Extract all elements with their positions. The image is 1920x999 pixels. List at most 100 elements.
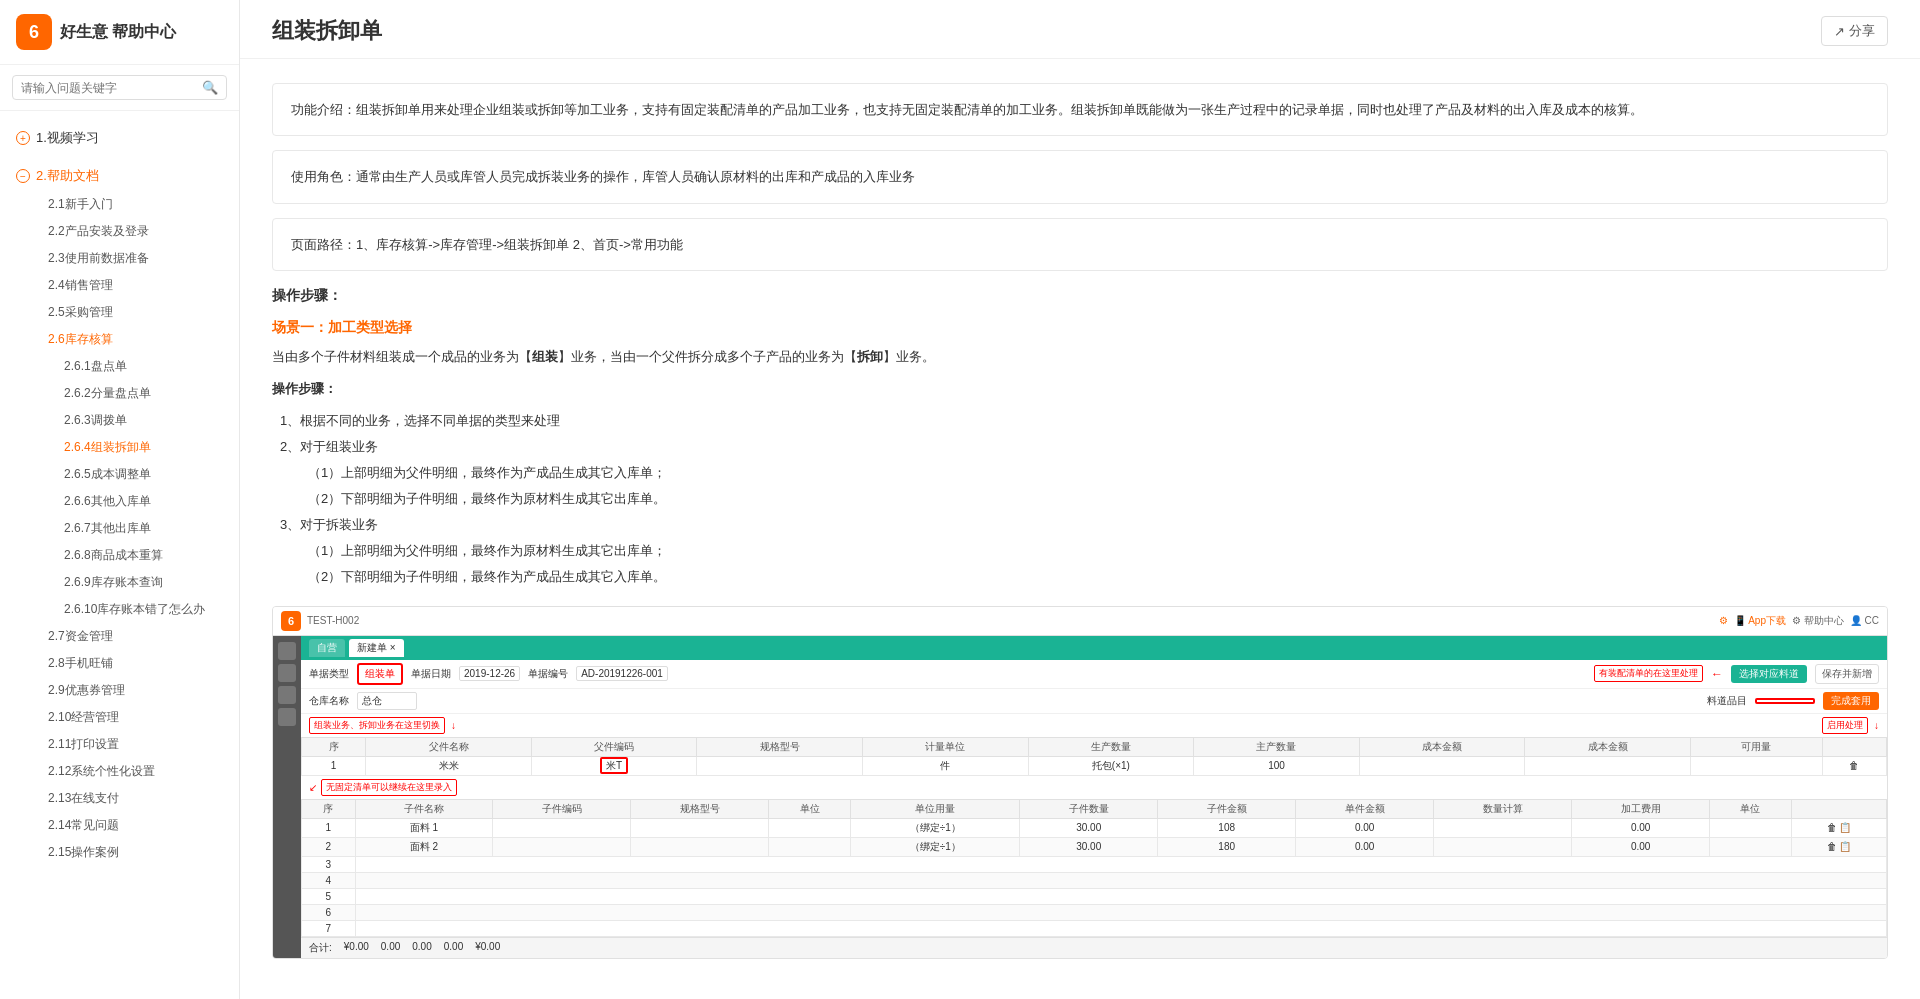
ss-mini-sidebar: [273, 636, 301, 958]
ss-th-l1: 序: [302, 799, 356, 818]
sidebar-item-other-out[interactable]: 2.6.7其他出库单: [48, 515, 239, 542]
sidebar-item-stocktake[interactable]: 2.6.1盘点单: [48, 353, 239, 380]
ss-arrow1: ←: [1711, 667, 1723, 681]
ss-th-5: 计量单位: [862, 737, 1028, 756]
ss-cell: [769, 818, 851, 837]
ss-type-value: 组装单: [357, 663, 403, 685]
logo-icon: 6: [16, 14, 52, 50]
ss-cell: [355, 872, 1887, 888]
ss-th-l11: 加工费用: [1572, 799, 1710, 818]
scene1-desc: 当由多个子件材料组装成一个成品的业务为【组装】业务，当由一个父件拆分成多个子产品…: [272, 345, 1888, 368]
sidebar-item-partial-stocktake[interactable]: 2.6.2分量盘点单: [48, 380, 239, 407]
sidebar-item-docs[interactable]: − 2.帮助文档: [0, 161, 239, 191]
ss-th-9: 成本金额: [1525, 737, 1691, 756]
ss-footer-val4: 0.00: [444, 941, 463, 955]
sidebar-item-assembly[interactable]: 2.6.4组装拆卸单: [48, 434, 239, 461]
ss-cell: 面料 2: [355, 837, 493, 856]
ss-footer-val5: ¥0.00: [475, 941, 500, 955]
ss-storeroom: 总仓: [357, 692, 417, 710]
ss-cell: [355, 904, 1887, 920]
ss-label-type: 单据类型: [309, 667, 349, 681]
nav-sub-inventory: 2.6.1盘点单 2.6.2分量盘点单 2.6.3调拨单 2.6.4组装拆卸单 …: [32, 353, 239, 623]
sidebar-item-other-in[interactable]: 2.6.6其他入库单: [48, 488, 239, 515]
ss-th-3: 父件编码: [531, 737, 697, 756]
sidebar-item-faq[interactable]: 2.14常见问题: [32, 812, 239, 839]
ss-sub-toolbar: 仓库名称 总仓 料道品目 完成套用: [301, 689, 1887, 714]
ss-sidebar-dot2: [278, 664, 296, 682]
sidebar-item-inventory[interactable]: 2.6库存核算: [32, 326, 239, 353]
ss-cell: [1359, 756, 1525, 775]
nav-section-1: + 1.视频学习: [0, 119, 239, 157]
sidebar-item-sales[interactable]: 2.4销售管理: [32, 272, 239, 299]
sidebar-item-cases[interactable]: 2.15操作案例: [32, 839, 239, 866]
sidebar-item-label: 1.视频学习: [36, 129, 99, 147]
share-button[interactable]: ↗ 分享: [1821, 16, 1888, 46]
sidebar-item-label: 2.帮助文档: [36, 167, 99, 185]
ss-cell: 30.00: [1020, 837, 1158, 856]
intro-text: 功能介绍：组装拆卸单用来处理企业组装或拆卸等加工业务，支持有固定装配清单的产品加…: [291, 102, 1643, 117]
ss-arrow4: ↓: [1874, 720, 1879, 731]
ss-cell: 🗑 📋: [1791, 818, 1886, 837]
sidebar-item-payment[interactable]: 2.13在线支付: [32, 785, 239, 812]
ss-th-l5: 单位: [769, 799, 851, 818]
sidebar-item-stock-query[interactable]: 2.6.9库存账本查询: [48, 569, 239, 596]
ss-label-input2: 料道品目: [1707, 694, 1747, 708]
step-2a: （1）上部明细为父件明细，最终作为产成品生成其它入库单；: [308, 460, 1888, 486]
ss-cell: 面料 1: [355, 818, 493, 837]
ss-th-6: 生产数量: [1028, 737, 1194, 756]
header: 组装拆卸单 ↗ 分享: [240, 0, 1920, 59]
sidebar-item-cost-recalc[interactable]: 2.6.8商品成本重算: [48, 542, 239, 569]
sidebar-item-cost-adj[interactable]: 2.6.5成本调整单: [48, 461, 239, 488]
ss-th-8: 成本金额: [1359, 737, 1525, 756]
fake-screenshot: 6 TEST-H002 ⚙ 📱 App下载 ⚙ 帮助中心 👤 CC: [273, 607, 1887, 958]
sidebar-item-video[interactable]: + 1.视频学习: [0, 123, 239, 153]
ss-cell: [1710, 818, 1792, 837]
ss-cell: 5: [302, 888, 356, 904]
step-3-sub: （1）上部明细为父件明细，最终作为原材料生成其它出库单； （2）下部明细为子件明…: [308, 538, 1888, 590]
sidebar-item-stock-fix[interactable]: 2.6.10库存账本错了怎么办: [48, 596, 239, 623]
sidebar-item-operations[interactable]: 2.10经营管理: [32, 704, 239, 731]
search-icon[interactable]: 🔍: [202, 80, 218, 95]
ss-lower-row3: 3: [302, 856, 1887, 872]
ss-lower-row5: 5: [302, 888, 1887, 904]
ss-browser-bar: 6 TEST-H002 ⚙ 📱 App下载 ⚙ 帮助中心 👤 CC: [273, 607, 1887, 636]
step-2b: （2）下部明细为子件明细，最终作为原材料生成其它出库单。: [308, 486, 1888, 512]
search-input[interactable]: [21, 81, 202, 95]
ss-cell: [1434, 818, 1572, 837]
ss-lower-row2: 2 面料 2 （绑定÷1） 30.00 180 0.00: [302, 837, 1887, 856]
ss-cell: [493, 837, 631, 856]
ss-lower-annotation: ↙ 无固定清单可以继续在这里录入: [301, 776, 1887, 799]
ss-footer-val3: 0.00: [412, 941, 431, 955]
sidebar-item-customize[interactable]: 2.12系统个性化设置: [32, 758, 239, 785]
ss-lower-row4: 4: [302, 872, 1887, 888]
sidebar-item-print[interactable]: 2.11打印设置: [32, 731, 239, 758]
sidebar-item-beginner[interactable]: 2.1新手入门: [32, 191, 239, 218]
ss-th-l8: 子件金额: [1158, 799, 1296, 818]
sidebar: 6 好生意 帮助中心 🔍 + 1.视频学习 − 2.帮助文档 2.1新手入门 2…: [0, 0, 240, 999]
ss-footer-val2: 0.00: [381, 941, 400, 955]
role-text: 使用角色：通常由生产人员或库管人员完成拆装业务的操作，库管人员确认原材料的出库和…: [291, 169, 915, 184]
ss-cell: [493, 818, 631, 837]
ss-cell: 米米: [366, 756, 532, 775]
sidebar-item-coupon[interactable]: 2.9优惠券管理: [32, 677, 239, 704]
sidebar-item-finance[interactable]: 2.7资金管理: [32, 623, 239, 650]
ss-cell: [631, 818, 769, 837]
ss-cell: （绑定÷1）: [851, 837, 1020, 856]
ss-th-11: [1822, 737, 1886, 756]
intro-block: 功能介绍：组装拆卸单用来处理企业组装或拆卸等加工业务，支持有固定装配清单的产品加…: [272, 83, 1888, 136]
ss-th-l13: [1791, 799, 1886, 818]
step-2: 2、对于组装业务: [280, 434, 1888, 460]
ss-cell: 108: [1158, 818, 1296, 837]
ss-cell: [1690, 756, 1822, 775]
logo-area: 6 好生意 帮助中心: [0, 0, 239, 65]
ss-btn-apply: 完成套用: [1823, 692, 1879, 710]
ss-th-l6: 单位用量: [851, 799, 1020, 818]
ss-no-value: AD-20191226-001: [576, 666, 668, 681]
sidebar-item-data-prep[interactable]: 2.3使用前数据准备: [32, 245, 239, 272]
screenshot-container: 6 TEST-H002 ⚙ 📱 App下载 ⚙ 帮助中心 👤 CC: [272, 606, 1888, 959]
sidebar-item-mobile[interactable]: 2.8手机旺铺: [32, 650, 239, 677]
search-box: 🔍: [12, 75, 227, 100]
sidebar-item-transfer[interactable]: 2.6.3调拨单: [48, 407, 239, 434]
sidebar-item-purchase[interactable]: 2.5采购管理: [32, 299, 239, 326]
sidebar-item-install[interactable]: 2.2产品安装及登录: [32, 218, 239, 245]
